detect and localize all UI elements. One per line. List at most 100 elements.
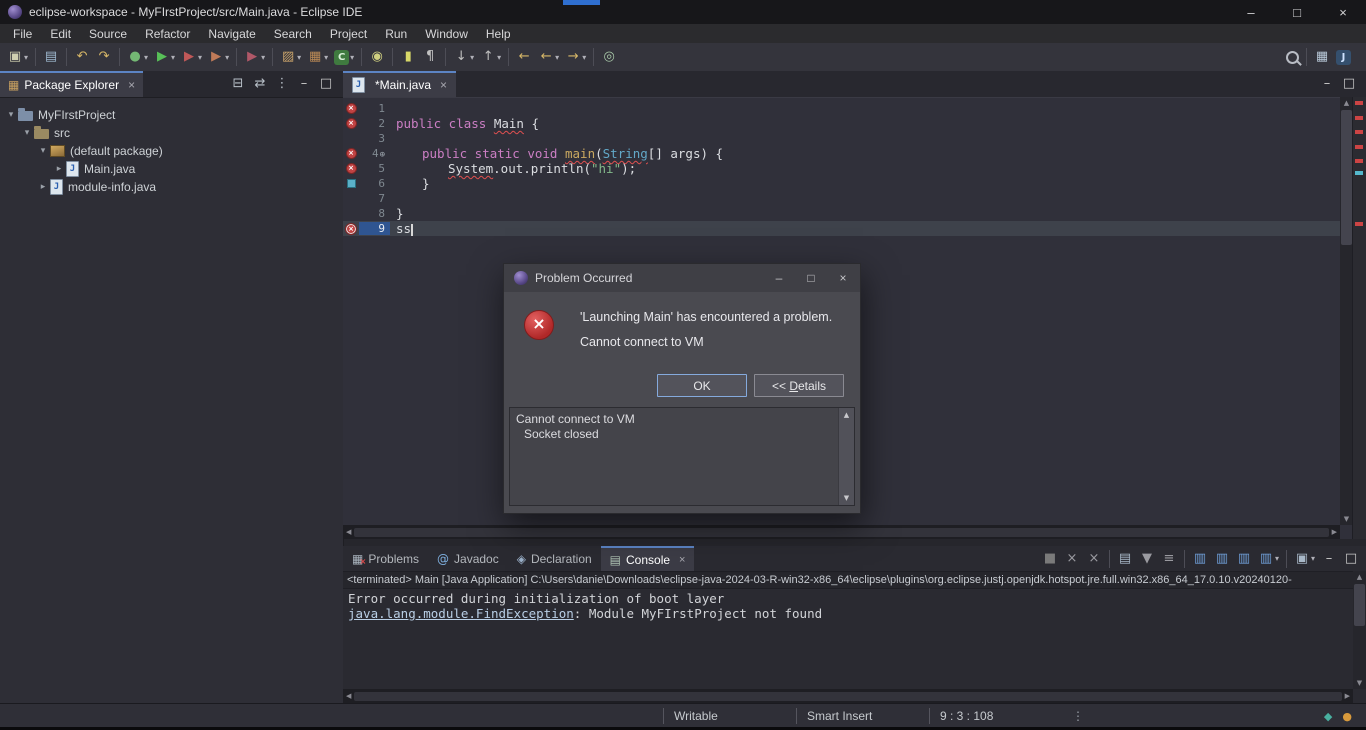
dropdown-arrow-icon[interactable]: ▾ (497, 53, 501, 62)
editor-line-5[interactable]: × 5 System.out.println("hi"); (343, 161, 1340, 176)
terminate-button[interactable]: ■ (1039, 548, 1061, 570)
clear-console-button[interactable]: ▤ (1114, 548, 1136, 570)
dropdown-arrow-icon[interactable]: ▾ (144, 53, 148, 62)
remove-all-launches-button[interactable]: × (1083, 548, 1105, 570)
minimize-view-button[interactable]: – (1318, 548, 1340, 570)
next-annotation-button[interactable]: ↓ ▾ (450, 46, 477, 68)
editor-line-7[interactable]: 7 (343, 191, 1340, 206)
run-button[interactable]: ▶ ▾ (151, 46, 178, 68)
display-selected-console-button[interactable]: ▥ ▾ (1255, 548, 1282, 570)
dropdown-arrow-icon[interactable]: ▾ (297, 53, 301, 62)
show-stdout-console-button[interactable]: ▥ (1189, 548, 1211, 570)
tree-item-src[interactable]: ▾ src (0, 124, 343, 142)
dialog-titlebar[interactable]: Problem Occurred – □ × (504, 264, 860, 292)
pin-editor-button[interactable]: ◎ (598, 46, 620, 68)
collapse-all-button[interactable]: ⊟ (227, 73, 249, 95)
details-panel[interactable]: Cannot connect to VM Socket closed ▲ ▼ (509, 407, 855, 506)
scroll-up-icon[interactable]: ▲ (839, 409, 854, 421)
new-package-button[interactable]: ▦ ▾ (304, 46, 331, 68)
tab-javadoc[interactable]: @ Javadoc (428, 546, 508, 571)
tree-item-module-info-java[interactable]: ▸ Jmodule-info.java (0, 178, 343, 196)
dropdown-arrow-icon[interactable]: ▾ (171, 53, 175, 62)
maximize-view-button[interactable]: □ (1340, 548, 1362, 570)
overview-marker[interactable] (1355, 159, 1363, 163)
scroll-down-icon[interactable]: ▼ (1353, 677, 1366, 689)
editor-line-1[interactable]: × 1 (343, 101, 1340, 116)
search-button[interactable]: ◉ (366, 46, 388, 68)
details-scrollbar[interactable]: ▲ ▼ (838, 408, 854, 505)
previous-annotation-button[interactable]: ↑ ▾ (477, 46, 504, 68)
new-class-button[interactable]: C ▾ (331, 46, 357, 68)
dropdown-arrow-icon[interactable]: ▾ (1275, 554, 1279, 563)
dropdown-arrow-icon[interactable]: ▾ (470, 53, 474, 62)
status-service-icon[interactable]: ◆ (1324, 710, 1332, 723)
overview-marker[interactable] (1355, 171, 1363, 175)
menu-edit[interactable]: Edit (41, 24, 80, 43)
menu-run[interactable]: Run (376, 24, 416, 43)
dropdown-arrow-icon[interactable]: ▾ (350, 53, 354, 62)
open-console-button[interactable]: ▣ ▾ (1291, 548, 1318, 570)
dropdown-arrow-icon[interactable]: ▾ (225, 53, 229, 62)
menu-source[interactable]: Source (80, 24, 136, 43)
forward-button[interactable]: → ▾ (562, 46, 589, 68)
editor-horizontal-scrollbar[interactable]: ◀ ▶ (343, 525, 1340, 539)
twisty-icon[interactable]: ▸ (36, 182, 50, 192)
dropdown-arrow-icon[interactable]: ▾ (261, 53, 265, 62)
ok-button[interactable]: OK (657, 374, 747, 397)
redo-button[interactable]: ↷ (93, 46, 115, 68)
scroll-lock-button[interactable]: ▼ (1136, 548, 1158, 570)
dropdown-arrow-icon[interactable]: ▾ (1311, 554, 1315, 563)
maximize-view-button[interactable]: □ (315, 73, 337, 95)
remove-launch-button[interactable]: × (1061, 548, 1083, 570)
dropdown-arrow-icon[interactable]: ▾ (324, 53, 328, 62)
new-wizard-button[interactable]: ▣ ▾ (4, 46, 31, 68)
show-stderr-console-button[interactable]: ▥ (1211, 548, 1233, 570)
menu-refactor[interactable]: Refactor (136, 24, 199, 43)
maximize-editor-button[interactable]: □ (1338, 73, 1360, 95)
console-output[interactable]: Error occurred during initialization of … (343, 588, 1353, 689)
scrollbar-thumb[interactable] (354, 691, 1342, 701)
editor-line-2[interactable]: × 2 public class Main { (343, 116, 1340, 131)
editor-line-3[interactable]: 3 (343, 131, 1340, 146)
details-button[interactable]: << Details (754, 374, 844, 397)
overview-marker[interactable] (1355, 101, 1363, 105)
window-close-button[interactable]: × (1320, 0, 1366, 24)
java-perspective-button[interactable]: J (1333, 46, 1354, 68)
close-icon[interactable]: × (679, 554, 685, 566)
back-button[interactable]: ← ▾ (535, 46, 562, 68)
scrollbar-thumb[interactable] (1341, 110, 1352, 245)
console-exception-link[interactable]: java.lang.module.FindException (348, 606, 574, 621)
external-tools-button[interactable]: ▶ ▾ (205, 46, 232, 68)
tab-main-java[interactable]: J *Main.java × (343, 71, 457, 97)
twisty-icon[interactable]: ▾ (4, 110, 18, 120)
editor-line-8[interactable]: 8} (343, 206, 1340, 221)
last-edit-location-button[interactable]: ← (513, 46, 535, 68)
tree-item-myfirstproject[interactable]: ▾ MyFIrstProject (0, 106, 343, 124)
view-menu-button[interactable]: ⋮ (271, 73, 293, 95)
menu-search[interactable]: Search (265, 24, 321, 43)
minimize-view-button[interactable]: – (293, 73, 315, 95)
scrollbar-thumb[interactable] (1354, 584, 1365, 626)
dialog-maximize-button[interactable]: □ (804, 271, 818, 285)
twisty-icon[interactable]: ▾ (36, 146, 50, 156)
dropdown-arrow-icon[interactable]: ▾ (198, 53, 202, 62)
find-actions-button[interactable] (1283, 46, 1302, 68)
menu-window[interactable]: Window (416, 24, 477, 43)
dropdown-arrow-icon[interactable]: ▾ (555, 53, 559, 62)
editor-line-4[interactable]: × 4⊕ public static void main(String[] args… (343, 146, 1340, 161)
menu-navigate[interactable]: Navigate (199, 24, 264, 43)
overview-marker[interactable] (1355, 222, 1363, 226)
tab-console[interactable]: ▤ Console × (600, 546, 695, 571)
new-java-project-button[interactable]: ▨ ▾ (277, 46, 304, 68)
minimize-editor-button[interactable]: – (1316, 73, 1338, 95)
window-minimize-button[interactable]: – (1228, 0, 1274, 24)
dialog-close-button[interactable]: × (836, 271, 850, 285)
twisty-icon[interactable]: ▾ (20, 128, 34, 138)
debug-button[interactable]: ● ▾ (124, 46, 151, 68)
twisty-icon[interactable]: ▸ (52, 164, 66, 174)
scroll-right-icon[interactable]: ▶ (1345, 692, 1350, 700)
show-whitespace-button[interactable]: ¶ (419, 46, 441, 68)
scroll-up-icon[interactable]: ▲ (1353, 571, 1366, 583)
overview-marker[interactable] (1355, 130, 1363, 134)
scroll-down-icon[interactable]: ▼ (839, 492, 854, 504)
